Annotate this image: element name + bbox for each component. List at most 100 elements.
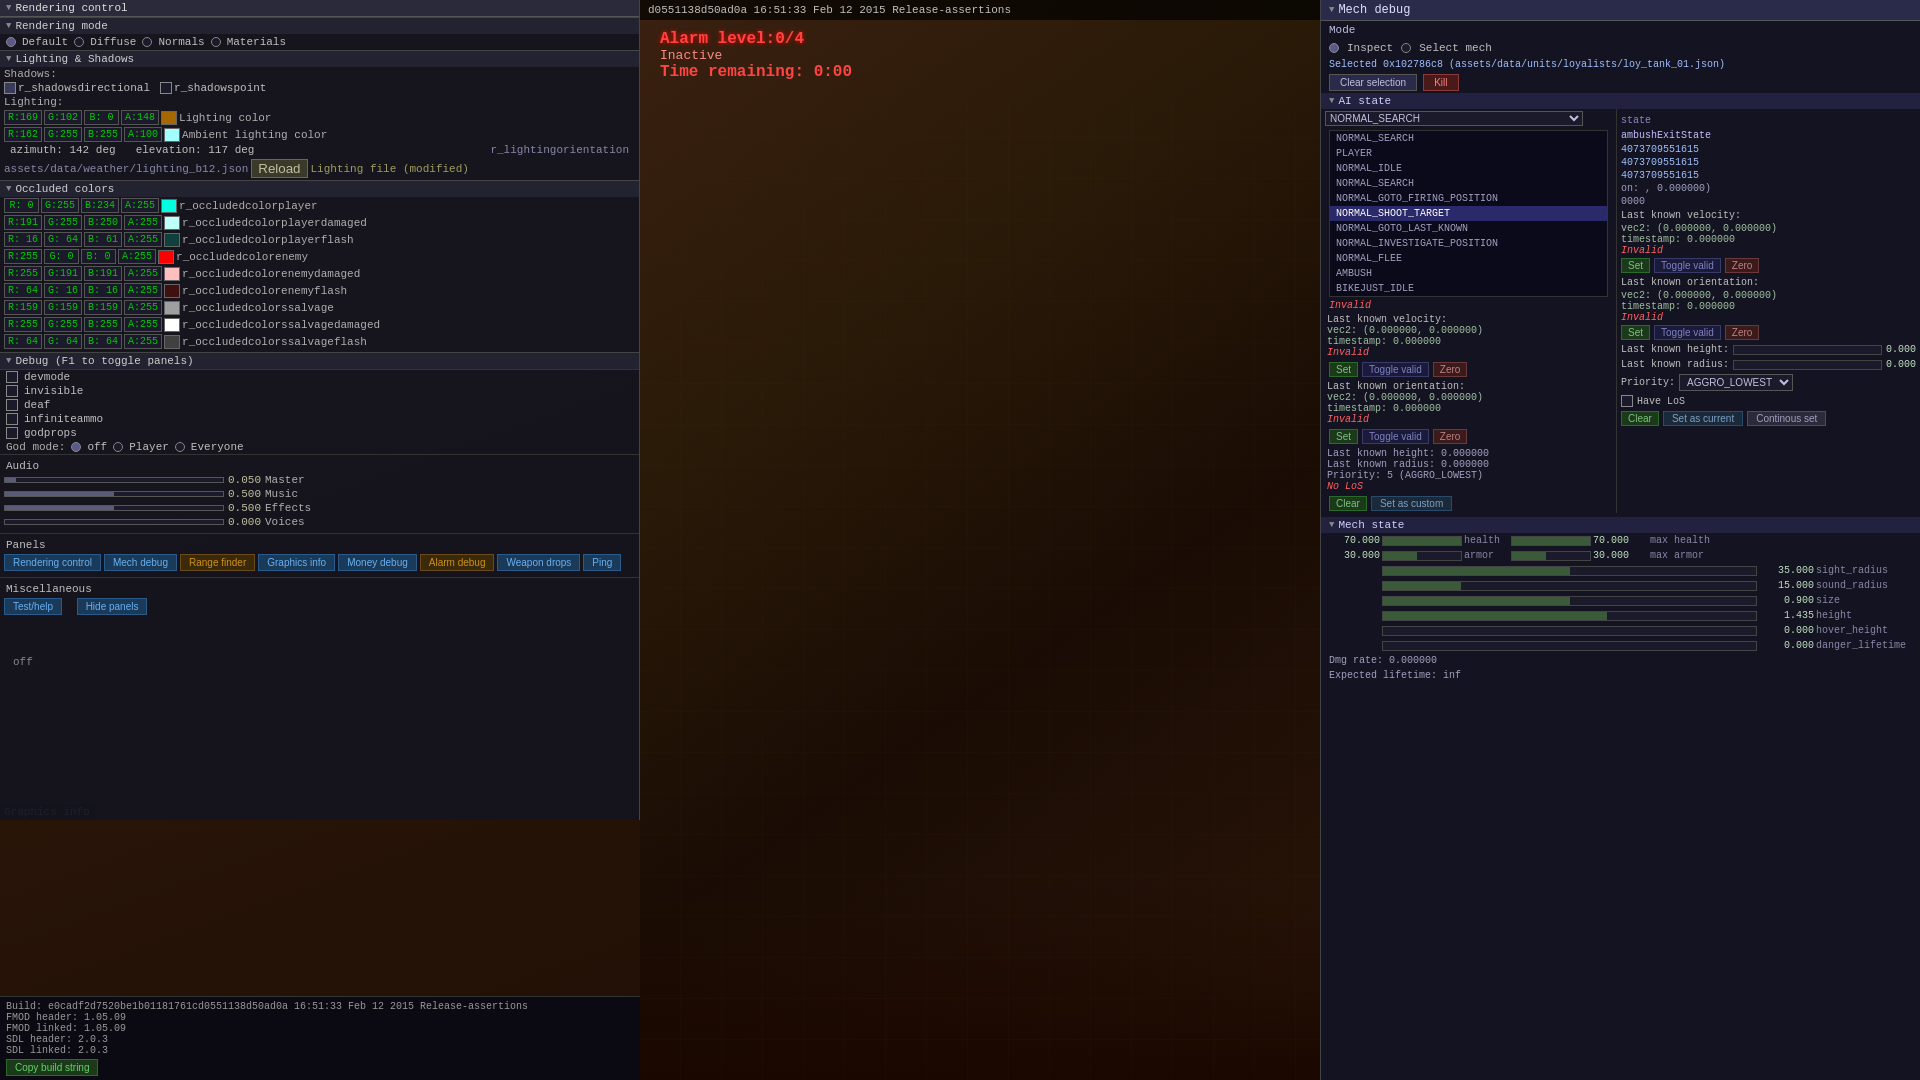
occ-r[interactable]: R:255 <box>4 317 42 332</box>
ai-state-item-normal_shoot_target[interactable]: NORMAL_SHOOT_TARGET <box>1330 206 1607 221</box>
stat-bar-right[interactable] <box>1511 551 1591 561</box>
priority-select[interactable]: AGGRO_LOWEST <box>1679 374 1793 391</box>
panel-btn-alarm-debug[interactable]: Alarm debug <box>420 554 495 571</box>
audio-slider-master[interactable] <box>4 477 224 483</box>
occ-a[interactable]: A:255 <box>118 249 156 264</box>
occ-r[interactable]: R:159 <box>4 300 42 315</box>
r-set-current-btn[interactable]: Set as current <box>1663 411 1743 426</box>
r-set-orient-btn[interactable]: Set <box>1621 325 1650 340</box>
toggle-orient-btn[interactable]: Toggle valid <box>1362 429 1429 444</box>
ambient-b[interactable]: B:255 <box>84 127 122 142</box>
occ-g[interactable]: G: 64 <box>44 334 82 349</box>
set-custom-btn[interactable]: Set as custom <box>1371 496 1452 511</box>
lighting-r[interactable]: R:169 <box>4 110 42 125</box>
ai-state-item-normal_flee[interactable]: NORMAL_FLEE <box>1330 251 1607 266</box>
occ-g[interactable]: G:255 <box>44 317 82 332</box>
occ-g[interactable]: G: 0 <box>44 249 79 264</box>
ai-state-item-normal_search[interactable]: NORMAL_SEARCH <box>1330 176 1607 191</box>
occ-a[interactable]: A:255 <box>124 215 162 230</box>
occ-g[interactable]: G:159 <box>44 300 82 315</box>
r-clear-btn[interactable]: Clear <box>1621 411 1659 426</box>
occ-g[interactable]: G:255 <box>44 215 82 230</box>
panel-btn-ping[interactable]: Ping <box>583 554 621 571</box>
r-set-btn[interactable]: Set <box>1621 258 1650 273</box>
audio-slider-music[interactable] <box>4 491 224 497</box>
mode-default[interactable]: Default <box>22 36 68 48</box>
test-help-btn[interactable]: Test/help <box>4 598 62 615</box>
mode-normals[interactable]: Normals <box>158 36 204 48</box>
occ-b[interactable]: B: 64 <box>84 334 122 349</box>
god-player-radio[interactable] <box>113 442 123 452</box>
stat-bar-left[interactable] <box>1382 536 1462 546</box>
occ-a[interactable]: A:255 <box>124 317 162 332</box>
panel-btn-range-finder[interactable]: Range finder <box>180 554 255 571</box>
panel-btn-money-debug[interactable]: Money debug <box>338 554 417 571</box>
stat-bar[interactable] <box>1382 596 1757 606</box>
occ-b[interactable]: B: 61 <box>84 232 122 247</box>
radio-materials[interactable] <box>211 37 221 47</box>
occ-r[interactable]: R: 0 <box>4 198 39 213</box>
stat-bar-left[interactable] <box>1382 551 1462 561</box>
clear-btn2[interactable]: Clear <box>1329 496 1367 511</box>
reload-btn[interactable]: Reload <box>251 159 307 178</box>
mode-materials[interactable]: Materials <box>227 36 286 48</box>
occ-b[interactable]: B:234 <box>81 198 119 213</box>
shadow-point-cb[interactable] <box>160 82 172 94</box>
stat-bar[interactable] <box>1382 611 1757 621</box>
debug-cb-infiniteammo[interactable] <box>6 413 18 425</box>
radio-default[interactable] <box>6 37 16 47</box>
occ-r[interactable]: R:191 <box>4 215 42 230</box>
ai-state-item-normal_idle[interactable]: NORMAL_IDLE <box>1330 161 1607 176</box>
occ-r[interactable]: R: 16 <box>4 232 42 247</box>
panel-btn-weapon-drops[interactable]: Weapon drops <box>497 554 580 571</box>
occ-g[interactable]: G:255 <box>41 198 79 213</box>
ai-state-item-player[interactable]: PLAYER <box>1330 146 1607 161</box>
stat-bar[interactable] <box>1382 566 1757 576</box>
occ-a[interactable]: A:255 <box>124 283 162 298</box>
audio-slider-voices[interactable] <box>4 519 224 525</box>
panel-btn-graphics-info[interactable]: Graphics info <box>258 554 335 571</box>
mode-diffuse[interactable]: Diffuse <box>90 36 136 48</box>
r-toggle-orient-btn[interactable]: Toggle valid <box>1654 325 1721 340</box>
debug-cb-invisible[interactable] <box>6 385 18 397</box>
occ-g[interactable]: G: 16 <box>44 283 82 298</box>
god-everyone-radio[interactable] <box>175 442 185 452</box>
zero-vel-btn[interactable]: Zero <box>1433 362 1468 377</box>
zero-orient-btn[interactable]: Zero <box>1433 429 1468 444</box>
ai-state-item-normal_investigate_position[interactable]: NORMAL_INVESTIGATE_POSITION <box>1330 236 1607 251</box>
occ-g[interactable]: G: 64 <box>44 232 82 247</box>
panel-btn-rendering-control[interactable]: Rendering control <box>4 554 101 571</box>
stat-bar-right[interactable] <box>1511 536 1591 546</box>
occ-b[interactable]: B: 0 <box>81 249 116 264</box>
occ-g[interactable]: G:191 <box>44 266 82 281</box>
toggle-vel-btn[interactable]: Toggle valid <box>1362 362 1429 377</box>
ambient-a[interactable]: A:100 <box>124 127 162 142</box>
inspect-radio[interactable] <box>1329 43 1339 53</box>
lighting-a[interactable]: A:148 <box>121 110 159 125</box>
kill-btn[interactable]: Kill <box>1423 74 1458 91</box>
ai-state-dropdown[interactable]: NORMAL_SEARCH <box>1325 111 1583 126</box>
audio-slider-effects[interactable] <box>4 505 224 511</box>
panel-btn-mech-debug[interactable]: Mech debug <box>104 554 177 571</box>
radio-normals[interactable] <box>142 37 152 47</box>
lighting-g[interactable]: G:102 <box>44 110 82 125</box>
occ-a[interactable]: A:255 <box>124 334 162 349</box>
occ-a[interactable]: A:255 <box>124 266 162 281</box>
occ-r[interactable]: R: 64 <box>4 334 42 349</box>
god-off-radio[interactable] <box>71 442 81 452</box>
select-radio[interactable] <box>1401 43 1411 53</box>
r-zero-btn[interactable]: Zero <box>1725 258 1760 273</box>
occ-b[interactable]: B:255 <box>84 317 122 332</box>
occ-a[interactable]: A:255 <box>124 232 162 247</box>
r-toggle-btn[interactable]: Toggle valid <box>1654 258 1721 273</box>
occ-r[interactable]: R:255 <box>4 249 42 264</box>
radio-diffuse[interactable] <box>74 37 84 47</box>
occ-b[interactable]: B:191 <box>84 266 122 281</box>
r-continous-btn[interactable]: Continous set <box>1747 411 1826 426</box>
stat-bar[interactable] <box>1382 626 1757 636</box>
debug-cb-devmode[interactable] <box>6 371 18 383</box>
ai-state-item-normal_goto_last_known[interactable]: NORMAL_GOTO_LAST_KNOWN <box>1330 221 1607 236</box>
occ-b[interactable]: B:250 <box>84 215 122 230</box>
has-los-cb[interactable] <box>1621 395 1633 407</box>
set-orient-btn[interactable]: Set <box>1329 429 1358 444</box>
